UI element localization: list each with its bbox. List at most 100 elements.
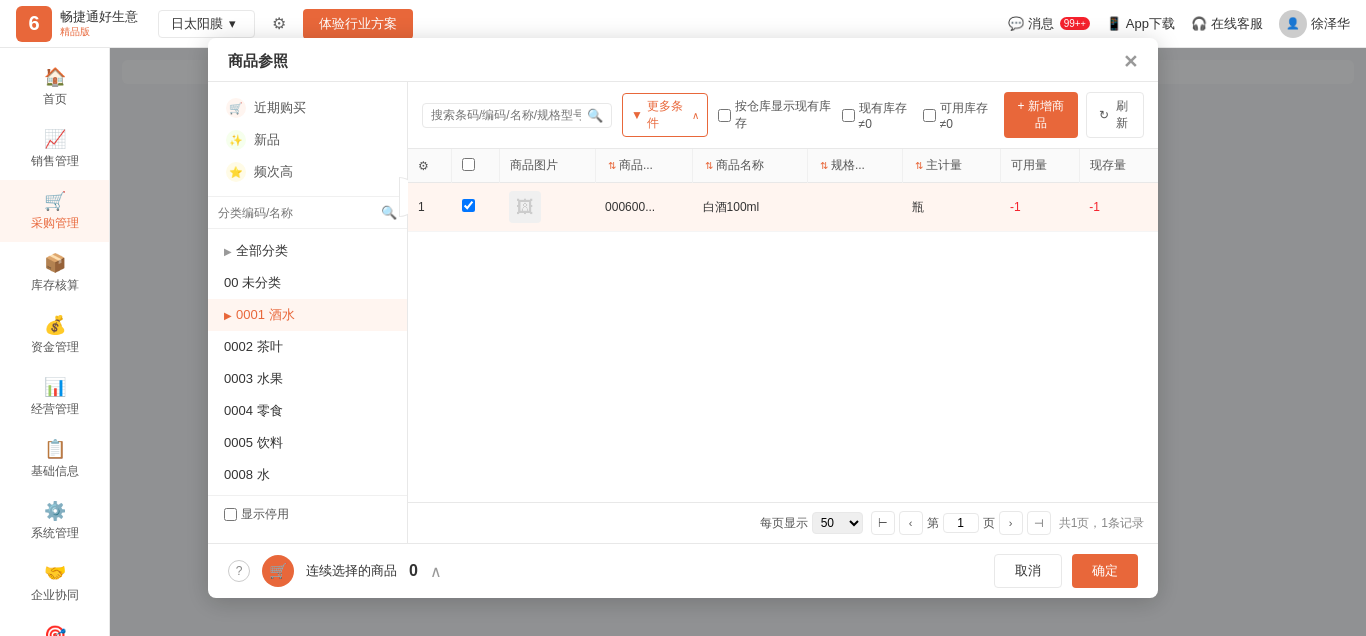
category-drinks[interactable]: 0005 饮料 — [208, 427, 407, 459]
phone-icon: 📱 — [1106, 16, 1122, 31]
inventory-icon: 📦 — [44, 252, 66, 274]
modal-right-panel: 🔍 ▼ 更多条件 ∧ 按仓库显示现有库存 现有库存≠0 可用库存≠0 — [408, 82, 1158, 543]
category-search-area: 🔍 — [208, 197, 407, 229]
category-all[interactable]: ▶ 全部分类 — [208, 235, 407, 267]
quick-filter-new[interactable]: ✨ 新品 — [218, 124, 397, 156]
sidebar: 🏠 首页 📈 销售管理 🛒 采购管理 📦 库存核算 💰 资金管理 📊 经营管理 … — [0, 48, 110, 636]
sidebar-item-system[interactable]: ⚙️ 系统管理 — [0, 490, 109, 552]
refresh-icon: ↻ — [1099, 108, 1109, 122]
home-icon: 🏠 — [44, 66, 66, 88]
category-water[interactable]: 0008 水 — [208, 459, 407, 491]
modal-left-panel: 🛒 近期购买 ✨ 新品 ⭐ 频次高 《 🔍 — [208, 82, 408, 543]
modal-close-button[interactable]: ✕ — [1123, 53, 1138, 71]
refresh-button[interactable]: ↻ 刷新 — [1086, 92, 1144, 138]
purchase-icon: 🛒 — [44, 190, 66, 212]
sidebar-item-sales[interactable]: 📈 销售管理 — [0, 118, 109, 180]
sales-icon: 📈 — [44, 128, 66, 150]
warehouse-filter-checkbox[interactable] — [718, 109, 731, 122]
pagination-bar: 每页显示 50 100 200 ⊢ ‹ 第 页 › ⊣ 共1页，1条记录 — [408, 502, 1158, 543]
confirm-button[interactable]: 确定 — [1072, 554, 1138, 588]
row-checkbox[interactable] — [452, 183, 499, 232]
available-nonzero-checkbox[interactable] — [923, 109, 936, 122]
row-image: 🖼 — [499, 183, 595, 232]
select-all-checkbox[interactable] — [462, 158, 475, 171]
col-spec[interactable]: ⇅ 规格... — [807, 149, 902, 183]
finance-icon: 💰 — [44, 314, 66, 336]
quick-filter-recent[interactable]: 🛒 近期购买 — [218, 92, 397, 124]
col-image: 商品图片 — [499, 149, 595, 183]
service-nav-item[interactable]: 🎧 在线客服 — [1191, 15, 1263, 33]
show-disabled-checkbox[interactable] — [224, 508, 237, 521]
cart-icon[interactable]: 🛒 — [262, 555, 294, 587]
stock-nonzero-checkbox[interactable] — [842, 109, 855, 122]
sidebar-item-inventory[interactable]: 📦 库存核算 — [0, 242, 109, 304]
table-row[interactable]: 1 🖼 000600... 白酒100ml 瓶 -1 -1 — [408, 183, 1158, 232]
category-liquor[interactable]: ▶ 0001 酒水 — [208, 299, 407, 331]
category-tea[interactable]: 0002 茶叶 — [208, 331, 407, 363]
sort-icon-name: ⇅ — [705, 160, 713, 171]
user-nav-item[interactable]: 👤 徐泽华 — [1279, 10, 1350, 38]
settings-icon[interactable]: ⚙ — [263, 8, 295, 40]
warehouse-filter-label: 按仓库显示现有库存 — [718, 98, 832, 132]
first-page-button[interactable]: ⊢ — [871, 511, 895, 535]
col-code[interactable]: ⇅ 商品... — [595, 149, 692, 183]
right-actions: + 新增商品 ↻ 刷新 — [1004, 92, 1144, 138]
filter-icon: ▼ — [631, 108, 643, 122]
sidebar-item-management[interactable]: 📊 经营管理 — [0, 366, 109, 428]
cancel-button[interactable]: 取消 — [994, 554, 1062, 588]
category-fruit[interactable]: 0003 水果 — [208, 363, 407, 395]
sidebar-item-home[interactable]: 🏠 首页 — [0, 56, 109, 118]
chevron-down-icon: ▾ — [229, 16, 236, 31]
col-unit[interactable]: ⇅ 主计量 — [902, 149, 1000, 183]
sidebar-item-purchase[interactable]: 🛒 采购管理 — [0, 180, 109, 242]
store-selector[interactable]: 日太阳膜 ▾ — [158, 10, 255, 38]
modal-title: 商品参照 — [228, 52, 288, 71]
col-checkbox[interactable] — [452, 149, 499, 183]
frequent-icon: ⭐ — [226, 162, 246, 182]
prev-page-button[interactable]: ‹ — [899, 511, 923, 535]
col-settings[interactable]: ⚙ — [408, 149, 452, 183]
available-nonzero-filter-label: 可用库存≠0 — [923, 100, 994, 131]
app-download-nav-item[interactable]: 📱 App下载 — [1106, 15, 1175, 33]
add-product-button[interactable]: + 新增商品 — [1004, 92, 1078, 138]
page-number-input[interactable] — [943, 513, 979, 533]
messages-nav-item[interactable]: 💬 消息 99++ — [1008, 15, 1090, 33]
more-filters-button[interactable]: ▼ 更多条件 ∧ — [622, 93, 708, 137]
cat-arrow-liquor: ▶ — [224, 310, 232, 321]
product-table: ⚙ 商品图片 ⇅ 商品... ⇅ 商品名称 — [408, 149, 1158, 232]
avatar: 👤 — [1279, 10, 1307, 38]
sidebar-item-basic-info[interactable]: 📋 基础信息 — [0, 428, 109, 490]
product-thumbnail: 🖼 — [509, 191, 541, 223]
sidebar-item-enterprise[interactable]: 🤝 企业协同 — [0, 552, 109, 614]
category-search-icon[interactable]: 🔍 — [381, 205, 397, 220]
row-select-checkbox[interactable] — [462, 199, 475, 212]
category-search-input[interactable] — [218, 206, 375, 220]
guide-icon: 🎯 — [44, 624, 66, 636]
col-stock: 现存量 — [1079, 149, 1158, 183]
management-icon: 📊 — [44, 376, 66, 398]
page-size-selector[interactable]: 50 100 200 — [812, 512, 863, 534]
col-available: 可用量 — [1000, 149, 1079, 183]
category-snacks[interactable]: 0004 零食 — [208, 395, 407, 427]
product-reference-modal: 商品参照 ✕ 🛒 近期购买 ✨ 新品 ⭐ 频次高 《 — [208, 38, 1158, 598]
logo-area: 6 畅捷通好生意 精品版 — [16, 6, 138, 42]
page-navigation: ⊢ ‹ 第 页 › ⊣ — [871, 511, 1051, 535]
sidebar-item-finance[interactable]: 💰 资金管理 — [0, 304, 109, 366]
product-search-icon[interactable]: 🔍 — [587, 108, 603, 123]
help-button[interactable]: ? — [228, 560, 250, 582]
row-unit: 瓶 — [902, 183, 1000, 232]
row-name: 白酒100ml — [693, 183, 808, 232]
last-page-button[interactable]: ⊣ — [1027, 511, 1051, 535]
next-page-button[interactable]: › — [999, 511, 1023, 535]
collapse-selected-button[interactable]: ∧ — [430, 562, 442, 581]
show-disabled-area: 显示停用 — [208, 495, 407, 533]
col-name[interactable]: ⇅ 商品名称 — [693, 149, 808, 183]
trial-button[interactable]: 体验行业方案 — [303, 9, 413, 39]
row-spec — [807, 183, 902, 232]
quick-filter-frequent[interactable]: ⭐ 频次高 — [218, 156, 397, 188]
row-num: 1 — [408, 183, 452, 232]
category-unclassified[interactable]: 00 未分类 — [208, 267, 407, 299]
sidebar-item-guide[interactable]: 🎯 新手引导 — [0, 614, 109, 636]
recent-buy-icon: 🛒 — [226, 98, 246, 118]
product-search-input[interactable] — [431, 108, 581, 122]
